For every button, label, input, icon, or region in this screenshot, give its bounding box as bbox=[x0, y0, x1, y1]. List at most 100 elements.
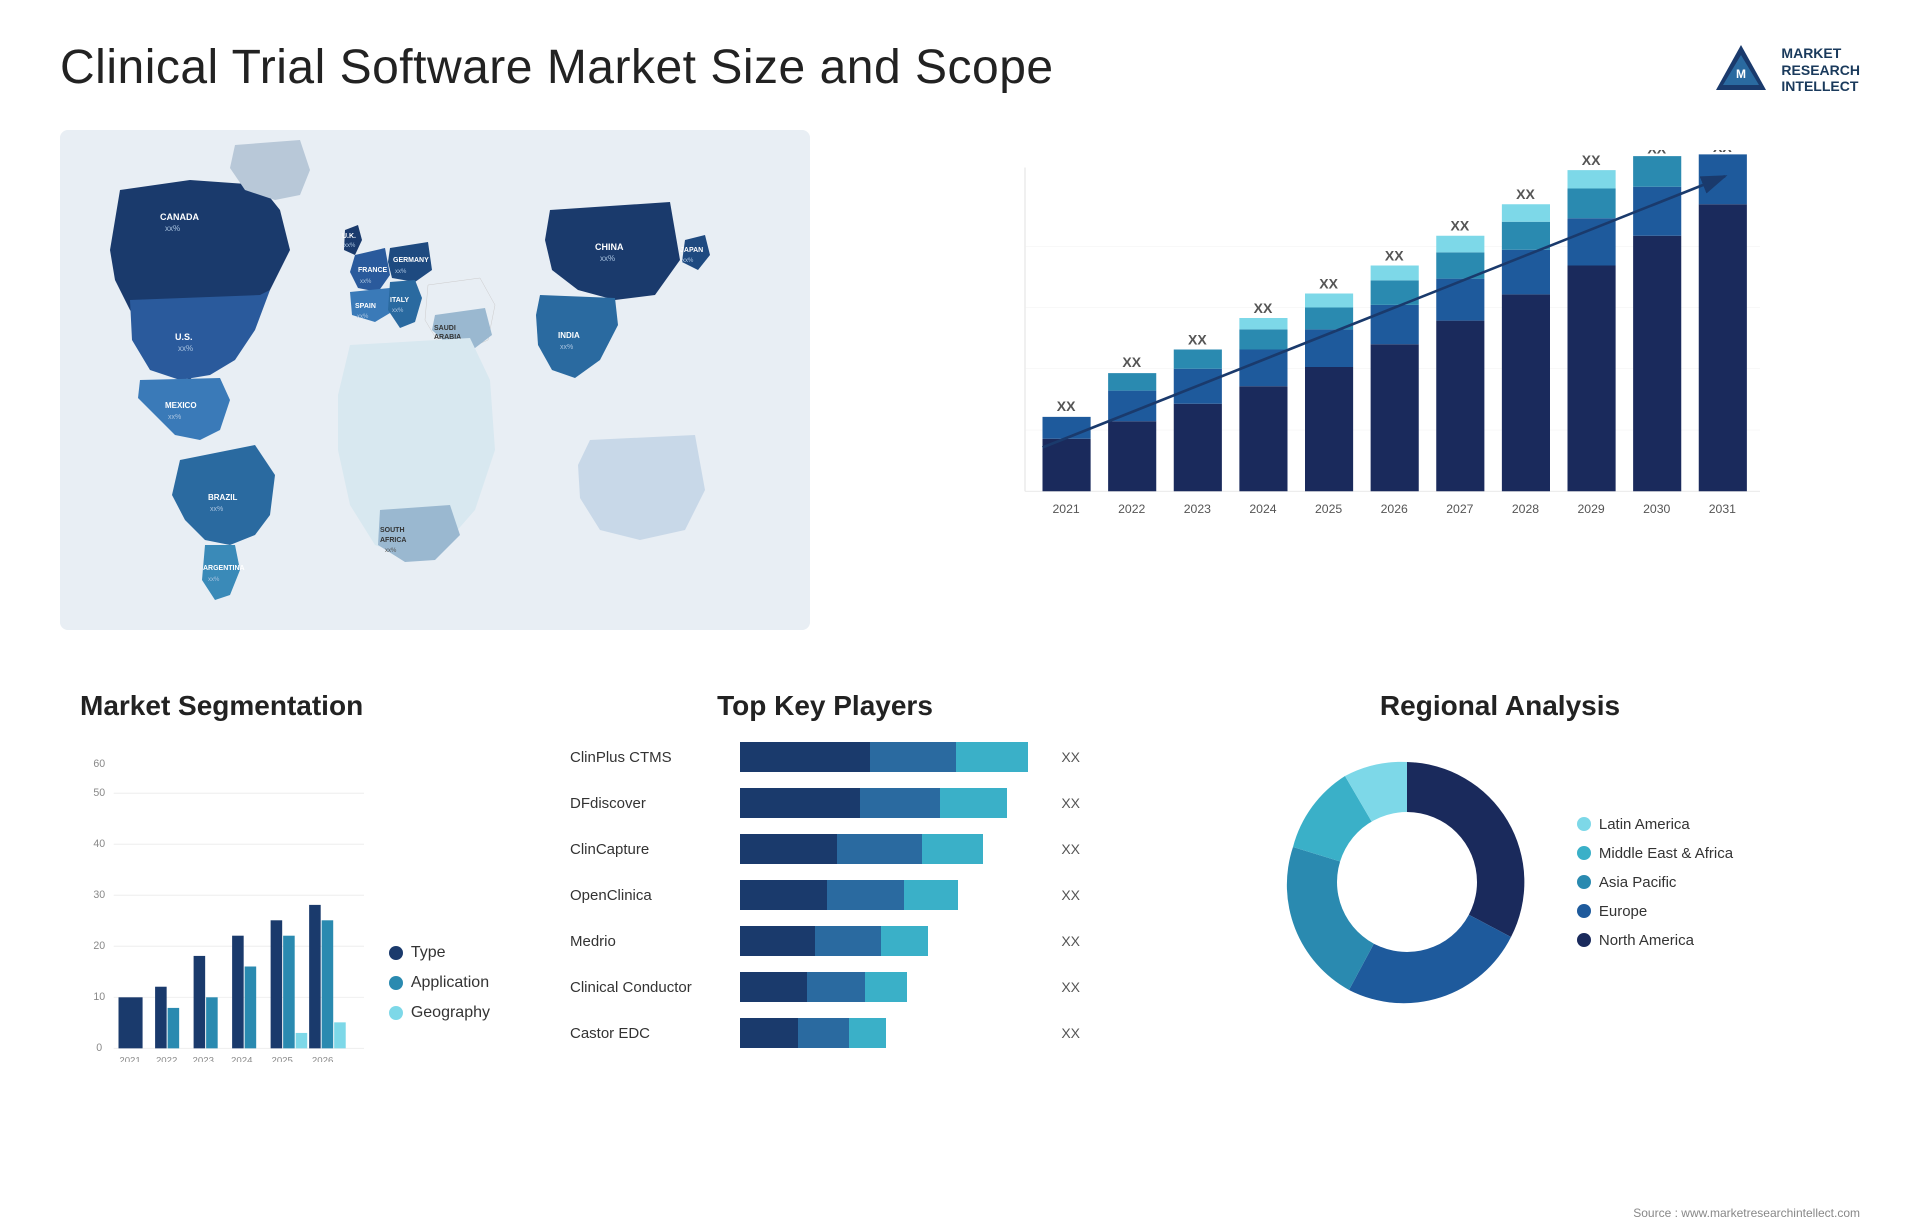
segmentation-section: Market Segmentation 0 10 20 30 40 50 60 bbox=[60, 670, 510, 1190]
seg-legend: Type Application Geography bbox=[389, 944, 490, 1062]
svg-text:XX: XX bbox=[1254, 300, 1273, 316]
svg-text:2025: 2025 bbox=[1315, 502, 1342, 516]
europe-dot bbox=[1577, 904, 1591, 918]
players-section: Top Key Players ClinPlus CTMS XX DFdisco… bbox=[550, 670, 1100, 1190]
seg-chart-svg: 0 10 20 30 40 50 60 bbox=[80, 742, 369, 1062]
svg-text:xx%: xx% bbox=[178, 344, 193, 353]
bar-chart-container: XX XX XX XX bbox=[850, 130, 1860, 630]
svg-text:CHINA: CHINA bbox=[595, 242, 624, 252]
player-name-conductor: Clinical Conductor bbox=[570, 979, 730, 996]
svg-text:U.K.: U.K. bbox=[342, 233, 356, 240]
svg-text:2029: 2029 bbox=[1577, 502, 1604, 516]
svg-text:XX: XX bbox=[1451, 218, 1470, 234]
regional-title: Regional Analysis bbox=[1160, 690, 1840, 722]
svg-text:M: M bbox=[1736, 67, 1746, 81]
svg-text:ARGENTINA: ARGENTINA bbox=[203, 565, 245, 572]
reg-legend-asia: Asia Pacific bbox=[1577, 874, 1733, 891]
player-name-clinplus: ClinPlus CTMS bbox=[570, 749, 730, 766]
svg-text:2024: 2024 bbox=[231, 1056, 253, 1062]
player-bar-wrap-3 bbox=[740, 880, 1043, 910]
logo-text: MARKET RESEARCH INTELLECT bbox=[1781, 45, 1860, 95]
svg-text:XX: XX bbox=[1319, 275, 1338, 291]
svg-text:SPAIN: SPAIN bbox=[355, 303, 376, 310]
svg-text:xx%: xx% bbox=[344, 243, 356, 249]
svg-text:CANADA: CANADA bbox=[160, 212, 199, 222]
svg-text:20: 20 bbox=[93, 940, 105, 952]
svg-text:XX: XX bbox=[1713, 150, 1732, 155]
svg-text:SAUDI: SAUDI bbox=[434, 325, 456, 332]
svg-text:2026: 2026 bbox=[1381, 502, 1408, 516]
world-map: CANADA xx% U.S. xx% MEXICO xx% BRAZIL xx… bbox=[60, 130, 810, 630]
reg-legend-latin: Latin America bbox=[1577, 816, 1733, 833]
legend-application: Application bbox=[389, 974, 490, 992]
player-row-castor: Castor EDC XX bbox=[570, 1018, 1080, 1048]
asia-dot bbox=[1577, 875, 1591, 889]
bar-chart-svg: XX XX XX XX bbox=[910, 150, 1840, 570]
player-name-castor: Castor EDC bbox=[570, 1025, 730, 1042]
donut-chart bbox=[1267, 742, 1547, 1022]
svg-text:30: 30 bbox=[93, 889, 105, 901]
svg-text:INDIA: INDIA bbox=[558, 331, 580, 340]
latin-dot bbox=[1577, 817, 1591, 831]
svg-text:XX: XX bbox=[1385, 247, 1404, 263]
svg-text:xx%: xx% bbox=[357, 314, 369, 320]
svg-text:2030: 2030 bbox=[1643, 502, 1670, 516]
svg-text:xx%: xx% bbox=[360, 279, 372, 285]
regional-legend: Latin America Middle East & Africa Asia … bbox=[1577, 816, 1733, 949]
svg-text:xx%: xx% bbox=[560, 344, 573, 351]
logo-icon: M bbox=[1711, 40, 1771, 100]
svg-text:XX: XX bbox=[1647, 150, 1666, 157]
players-title: Top Key Players bbox=[570, 690, 1080, 722]
player-bar-wrap-5 bbox=[740, 972, 1043, 1002]
svg-text:xx%: xx% bbox=[385, 548, 397, 554]
reg-legend-mea: Middle East & Africa bbox=[1577, 845, 1733, 862]
player-bar-wrap-6 bbox=[740, 1018, 1043, 1048]
application-dot bbox=[389, 976, 403, 990]
svg-text:xx%: xx% bbox=[210, 506, 223, 513]
player-row-dfdiscover: DFdiscover XX bbox=[570, 788, 1080, 818]
svg-text:SOUTH: SOUTH bbox=[380, 527, 405, 534]
svg-text:XX: XX bbox=[1188, 331, 1207, 347]
northamerica-dot bbox=[1577, 933, 1591, 947]
svg-text:XX: XX bbox=[1122, 354, 1141, 370]
logo-box: M MARKET RESEARCH INTELLECT bbox=[1711, 40, 1860, 100]
svg-text:XX: XX bbox=[1516, 186, 1535, 202]
svg-text:xx%: xx% bbox=[682, 258, 694, 264]
player-row-conductor: Clinical Conductor XX bbox=[570, 972, 1080, 1002]
source-text: Source : www.marketresearchintellect.com bbox=[1633, 1206, 1860, 1220]
svg-text:50: 50 bbox=[93, 787, 105, 799]
svg-text:2023: 2023 bbox=[193, 1056, 214, 1062]
player-bar-wrap-0 bbox=[740, 742, 1043, 772]
svg-text:60: 60 bbox=[93, 758, 105, 770]
player-bar-wrap-1 bbox=[740, 788, 1043, 818]
svg-text:2021: 2021 bbox=[1052, 502, 1079, 516]
reg-legend-europe: Europe bbox=[1577, 903, 1733, 920]
svg-text:xx%: xx% bbox=[208, 577, 220, 583]
svg-text:40: 40 bbox=[93, 838, 105, 850]
svg-text:0: 0 bbox=[96, 1042, 102, 1054]
bottom-section: Market Segmentation 0 10 20 30 40 50 60 bbox=[60, 670, 1860, 1190]
mea-dot bbox=[1577, 846, 1591, 860]
svg-text:XX: XX bbox=[1582, 152, 1601, 168]
svg-text:xx%: xx% bbox=[392, 308, 404, 314]
player-row-openclinica: OpenClinica XX bbox=[570, 880, 1080, 910]
type-dot bbox=[389, 946, 403, 960]
svg-text:xx%: xx% bbox=[165, 224, 180, 233]
svg-text:JAPAN: JAPAN bbox=[680, 247, 703, 254]
player-name-dfdiscover: DFdiscover bbox=[570, 795, 730, 812]
svg-text:FRANCE: FRANCE bbox=[358, 267, 387, 274]
top-section: CANADA xx% U.S. xx% MEXICO xx% BRAZIL xx… bbox=[60, 130, 1860, 630]
page-title: Clinical Trial Software Market Size and … bbox=[60, 40, 1054, 95]
player-row-clinplus: ClinPlus CTMS XX bbox=[570, 742, 1080, 772]
svg-text:2025: 2025 bbox=[271, 1056, 292, 1062]
player-bar-wrap-4 bbox=[740, 926, 1043, 956]
svg-text:XX: XX bbox=[1057, 398, 1076, 414]
svg-text:2024: 2024 bbox=[1249, 502, 1276, 516]
svg-text:10: 10 bbox=[93, 991, 105, 1003]
player-row-medrio: Medrio XX bbox=[570, 926, 1080, 956]
legend-geography: Geography bbox=[389, 1004, 490, 1022]
svg-text:2028: 2028 bbox=[1512, 502, 1539, 516]
header: Clinical Trial Software Market Size and … bbox=[60, 40, 1860, 100]
regional-section: Regional Analysis bbox=[1140, 670, 1860, 1190]
player-name-medrio: Medrio bbox=[570, 933, 730, 950]
